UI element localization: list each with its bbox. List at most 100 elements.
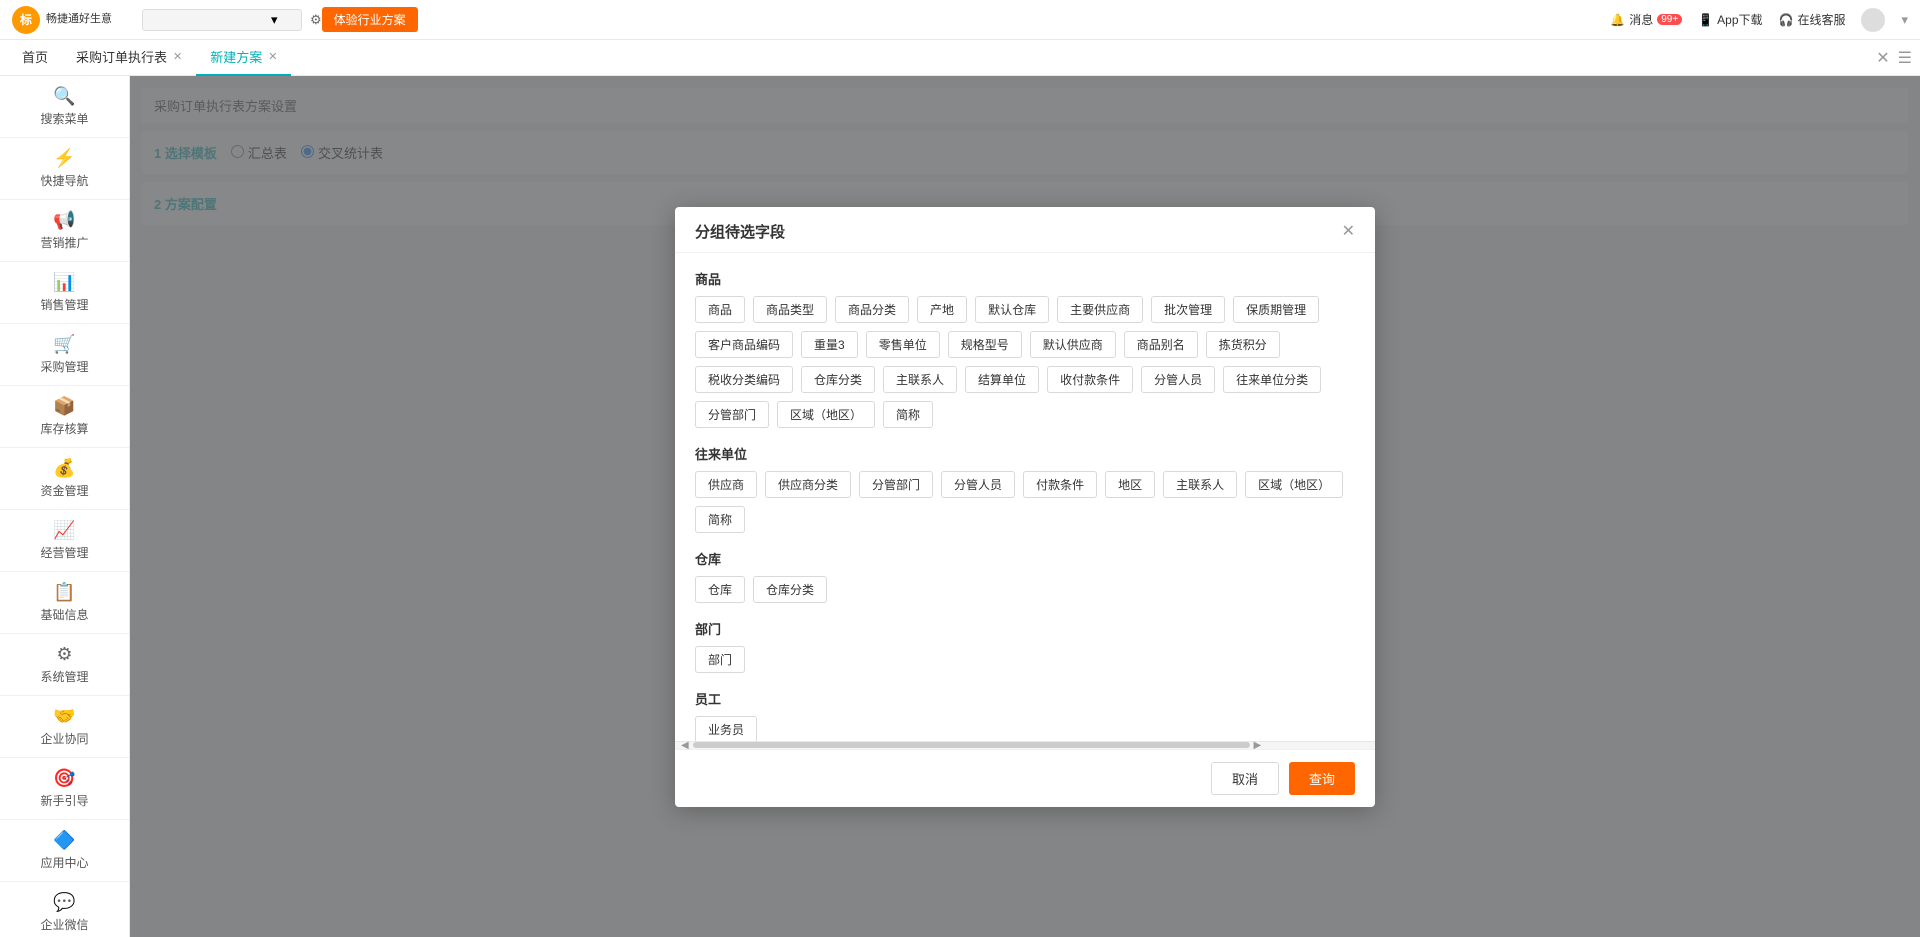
sidebar-item-collab-label: 企业协同 — [40, 730, 88, 747]
field-tags-4: 业务员 — [695, 716, 1355, 741]
field-tag-3-0[interactable]: 部门 — [695, 646, 745, 673]
main-layout: 🔍 搜索菜单 ⚡ 快捷导航 📢 营销推广 📊 销售管理 🛒 采购管理 📦 库存核… — [0, 76, 1920, 937]
search-dropdown-icon[interactable]: ▾ — [271, 12, 278, 28]
tab-new-plan-label: 新建方案 — [210, 47, 262, 66]
field-tag-0-18[interactable]: 结算单位 — [965, 366, 1039, 393]
sidebar-item-purchase[interactable]: 🛒 采购管理 — [0, 324, 129, 386]
collab-icon: 🤝 — [53, 706, 75, 727]
message-nav[interactable]: 🔔 消息 99+ — [1610, 11, 1682, 28]
sidebar-item-appcenter[interactable]: 🔷 应用中心 — [0, 820, 129, 882]
field-tag-1-1[interactable]: 供应商分类 — [765, 471, 851, 498]
field-tag-2-0[interactable]: 仓库 — [695, 576, 745, 603]
field-tag-0-4[interactable]: 默认仓库 — [975, 296, 1049, 323]
avatar[interactable] — [1861, 8, 1885, 32]
tab-purchase-order[interactable]: 采购订单执行表 ✕ — [62, 40, 196, 76]
sidebar-item-system[interactable]: ⚙ 系统管理 — [0, 634, 129, 696]
search-input[interactable] — [151, 13, 271, 27]
field-tag-0-16[interactable]: 仓库分类 — [801, 366, 875, 393]
field-tag-1-5[interactable]: 地区 — [1105, 471, 1155, 498]
field-tags-2: 仓库仓库分类 — [695, 576, 1355, 603]
online-service-nav[interactable]: 🎧 在线客服 — [1779, 11, 1846, 28]
sidebar-item-finance-label: 资金管理 — [40, 482, 88, 499]
sidebar-item-wxwork[interactable]: 💬 企业微信 — [0, 882, 129, 937]
field-tag-0-23[interactable]: 区域（地区） — [777, 401, 875, 428]
field-tag-0-15[interactable]: 税收分类编码 — [695, 366, 793, 393]
field-tag-0-8[interactable]: 客户商品编码 — [695, 331, 793, 358]
marketing-icon: 📢 — [53, 210, 75, 231]
tab-menu-icon[interactable]: ☰ — [1898, 48, 1912, 68]
tab-new-plan-close[interactable]: ✕ — [268, 50, 277, 63]
tab-close-all-icon[interactable]: ✕ — [1876, 48, 1889, 68]
modal-header: 分组待选字段 ✕ — [675, 207, 1375, 253]
field-tag-0-17[interactable]: 主联系人 — [883, 366, 957, 393]
field-tag-1-4[interactable]: 付款条件 — [1023, 471, 1097, 498]
cancel-button[interactable]: 取消 — [1211, 762, 1279, 795]
tab-purchase-order-close[interactable]: ✕ — [173, 50, 182, 63]
field-tag-0-2[interactable]: 商品分类 — [835, 296, 909, 323]
sidebar: 🔍 搜索菜单 ⚡ 快捷导航 📢 营销推广 📊 销售管理 🛒 采购管理 📦 库存核… — [0, 76, 130, 937]
sidebar-item-search[interactable]: 🔍 搜索菜单 — [0, 76, 129, 138]
sidebar-item-collab[interactable]: 🤝 企业协同 — [0, 696, 129, 758]
field-tag-0-24[interactable]: 简称 — [883, 401, 933, 428]
sidebar-item-marketing[interactable]: 📢 营销推广 — [0, 200, 129, 262]
field-tag-1-2[interactable]: 分管部门 — [859, 471, 933, 498]
field-tag-0-11[interactable]: 规格型号 — [948, 331, 1022, 358]
field-tag-0-19[interactable]: 收付款条件 — [1047, 366, 1133, 393]
field-tag-0-22[interactable]: 分管部门 — [695, 401, 769, 428]
field-tags-3: 部门 — [695, 646, 1355, 673]
sidebar-item-inventory[interactable]: 📦 库存核算 — [0, 386, 129, 448]
confirm-button[interactable]: 查询 — [1289, 762, 1355, 795]
field-tag-0-12[interactable]: 默认供应商 — [1030, 331, 1116, 358]
field-section-2: 仓库仓库仓库分类 — [695, 549, 1355, 603]
field-tag-1-3[interactable]: 分管人员 — [941, 471, 1015, 498]
field-tag-0-9[interactable]: 重量3 — [801, 331, 858, 358]
sidebar-item-basicinfo[interactable]: 📋 基础信息 — [0, 572, 129, 634]
sidebar-item-marketing-label: 营销推广 — [40, 234, 88, 251]
field-tag-1-7[interactable]: 区域（地区） — [1245, 471, 1343, 498]
sidebar-item-finance[interactable]: 💰 资金管理 — [0, 448, 129, 510]
field-tag-0-13[interactable]: 商品别名 — [1124, 331, 1198, 358]
field-tag-4-0[interactable]: 业务员 — [695, 716, 757, 741]
app-download-nav[interactable]: 📱 App下载 — [1698, 11, 1762, 28]
header-search[interactable]: ▾ — [142, 9, 302, 31]
scroll-left-arrow[interactable]: ◀ — [677, 740, 693, 751]
tab-end-icons: ✕ ☰ — [1876, 48, 1912, 68]
field-tags-1: 供应商供应商分类分管部门分管人员付款条件地区主联系人区域（地区） 简称 — [695, 471, 1355, 533]
field-tag-0-6[interactable]: 批次管理 — [1151, 296, 1225, 323]
sidebar-item-operations[interactable]: 📈 经营管理 — [0, 510, 129, 572]
sidebar-item-appcenter-label: 应用中心 — [40, 854, 88, 871]
tab-home[interactable]: 首页 — [8, 40, 62, 76]
sidebar-item-inventory-label: 库存核算 — [40, 420, 88, 437]
field-tag-0-10[interactable]: 零售单位 — [866, 331, 940, 358]
sidebar-item-quicknav-label: 快捷导航 — [40, 172, 88, 189]
settings-icon[interactable]: ⚙ — [310, 12, 322, 28]
field-tag-0-1[interactable]: 商品类型 — [753, 296, 827, 323]
content-area: 采购订单执行表方案设置 1 选择模板 汇总表 交叉统计表 2 方案配置 — [130, 76, 1920, 937]
modal-scroll-bar[interactable] — [693, 742, 1250, 748]
sidebar-item-basicinfo-label: 基础信息 — [40, 606, 88, 623]
scroll-right-arrow[interactable]: ▶ — [1250, 740, 1266, 751]
field-tag-0-14[interactable]: 拣货积分 — [1206, 331, 1280, 358]
appcenter-icon: 🔷 — [53, 830, 75, 851]
sidebar-item-newuser[interactable]: 🎯 新手引导 — [0, 758, 129, 820]
chevron-down-icon[interactable]: ▾ — [1901, 12, 1908, 28]
field-tag-1-8[interactable]: 简称 — [695, 506, 745, 533]
field-tag-1-0[interactable]: 供应商 — [695, 471, 757, 498]
modal-close-button[interactable]: ✕ — [1342, 221, 1355, 241]
modal-body: 商品商品商品类型商品分类产地默认仓库主要供应商批次管理保质期管理客户商品编码重量… — [675, 253, 1375, 741]
field-tag-0-3[interactable]: 产地 — [917, 296, 967, 323]
field-tag-0-7[interactable]: 保质期管理 — [1233, 296, 1319, 323]
field-tag-0-20[interactable]: 分管人员 — [1141, 366, 1215, 393]
field-section-title-3: 部门 — [695, 619, 1355, 638]
experience-button[interactable]: 体验行业方案 — [322, 7, 418, 32]
app-download-label: App下载 — [1717, 11, 1762, 28]
field-tag-0-5[interactable]: 主要供应商 — [1057, 296, 1143, 323]
sidebar-item-sales[interactable]: 📊 销售管理 — [0, 262, 129, 324]
field-tag-0-0[interactable]: 商品 — [695, 296, 745, 323]
sidebar-item-quicknav[interactable]: ⚡ 快捷导航 — [0, 138, 129, 200]
field-tag-0-21[interactable]: 往来单位分类 — [1223, 366, 1321, 393]
modal-scroll-track[interactable]: ◀ ▶ — [675, 741, 1375, 749]
field-tag-2-1[interactable]: 仓库分类 — [753, 576, 827, 603]
field-tag-1-6[interactable]: 主联系人 — [1163, 471, 1237, 498]
tab-new-plan[interactable]: 新建方案 ✕ — [196, 40, 291, 76]
